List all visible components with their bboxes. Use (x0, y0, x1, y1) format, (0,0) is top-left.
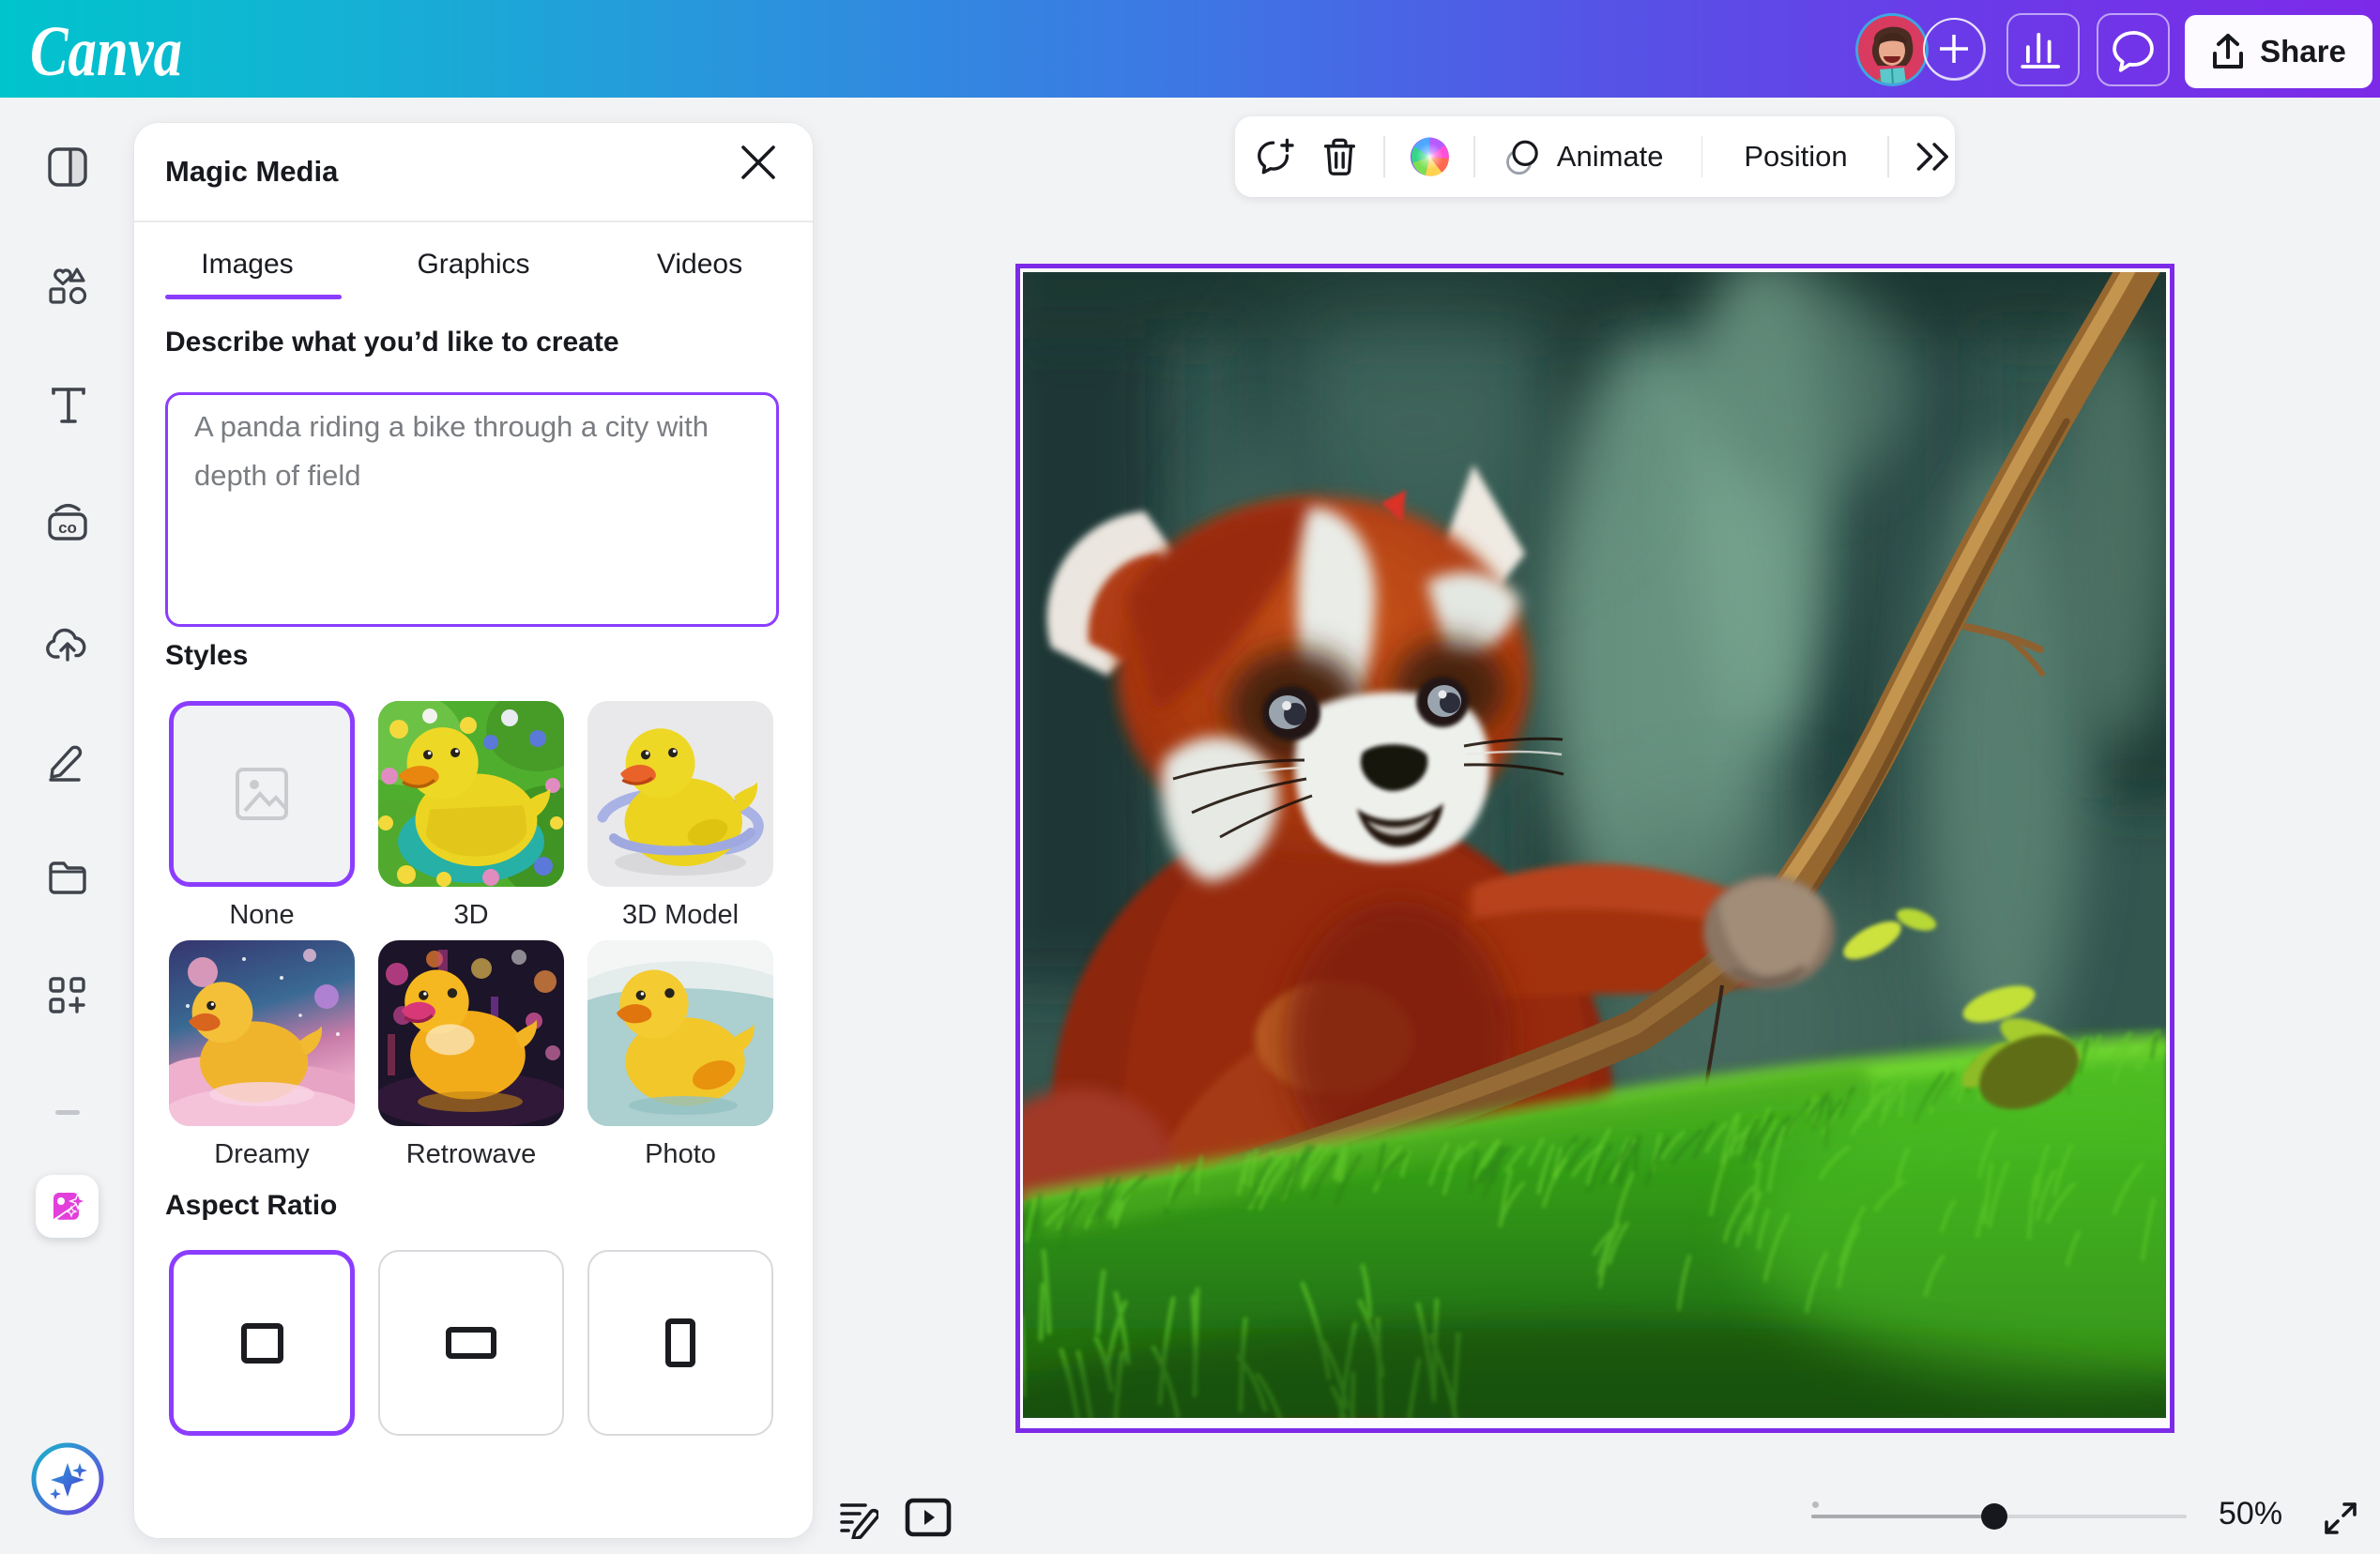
svg-text:Canva: Canva (30, 12, 182, 91)
svg-text:co: co (58, 519, 77, 537)
